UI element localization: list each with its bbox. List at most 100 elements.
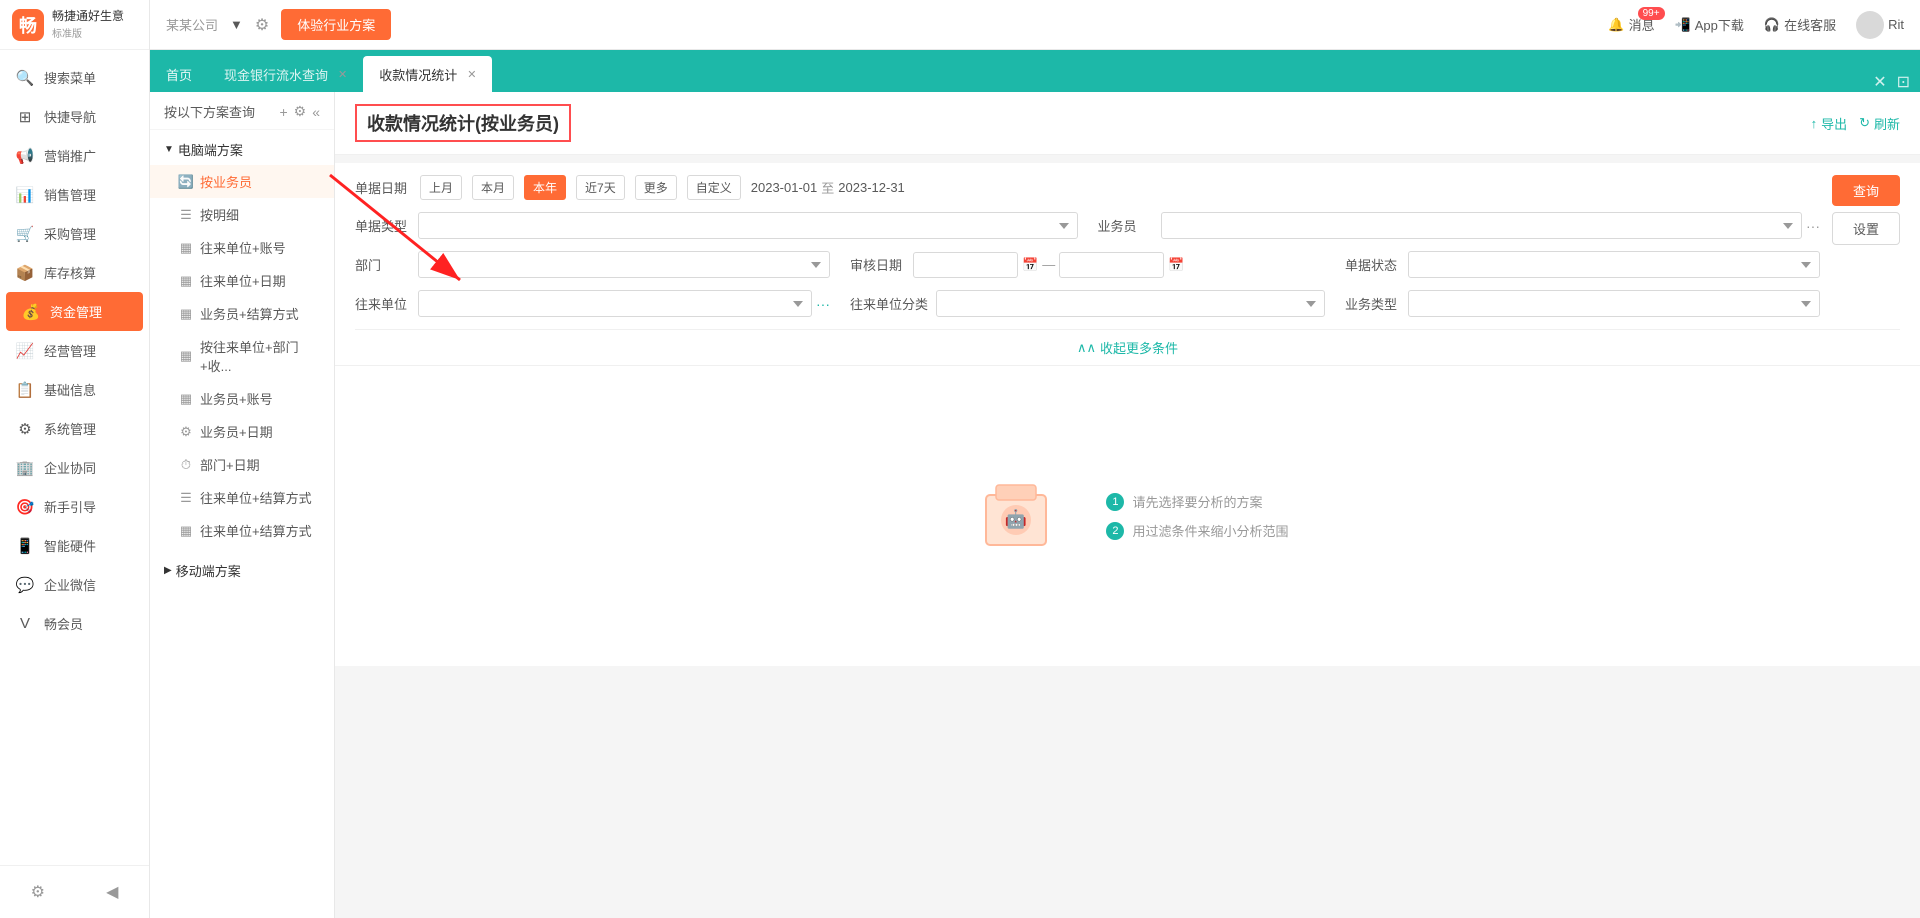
sidebar-item-search[interactable]: 🔍 搜索菜单 — [0, 58, 149, 97]
header-gear-icon[interactable]: ⚙ — [255, 15, 269, 35]
this-month-btn[interactable]: 本月 — [472, 175, 514, 200]
sidebar-item-basic[interactable]: 📋 基础信息 — [0, 370, 149, 409]
tab-close-all-icon[interactable]: ✕ — [1873, 72, 1886, 92]
gear2-icon: ⚙ — [178, 424, 194, 440]
sidebar-item-guide[interactable]: 🎯 新手引导 — [0, 487, 149, 526]
scheme-item-salesperson-account[interactable]: ▦ 业务员+账号 — [150, 382, 334, 415]
date-end: 2023-12-31 — [838, 180, 905, 195]
scheme-group-mobile: ▶ 移动端方案 — [150, 551, 334, 590]
custom-date-btn[interactable]: 自定义 — [687, 175, 741, 200]
sidebar-item-inventory[interactable]: 📦 库存核算 — [0, 253, 149, 292]
prev-month-btn[interactable]: 上月 — [420, 175, 462, 200]
scheme-item-unit-settle2[interactable]: ▦ 往来单位+结算方式 — [150, 514, 334, 547]
scheme-item-by-detail[interactable]: ☰ 按明细 — [150, 198, 334, 231]
sidebar-item-enterprise[interactable]: 🏢 企业协同 — [0, 448, 149, 487]
left-panel-title: 按以下方案查询 — [164, 102, 255, 121]
search-icon: 🔍 — [16, 69, 34, 87]
salesperson-input[interactable] — [1161, 212, 1803, 239]
grid4-icon: ▦ — [178, 523, 194, 539]
sidebar-item-operation[interactable]: 📈 经营管理 — [0, 331, 149, 370]
review-date-start-input[interactable]: yyyy-mm-dd — [913, 252, 1018, 278]
tab-maximize-icon[interactable]: ⊡ — [1897, 72, 1910, 92]
doc-status-label: 单据状态 — [1345, 255, 1400, 274]
business-type-label: 业务类型 — [1345, 294, 1400, 313]
breadcrumb-dropdown[interactable]: ▼ — [230, 17, 243, 32]
sidebar-item-finance[interactable]: 💰 资金管理 — [6, 292, 143, 331]
tab-home[interactable]: 首页 — [150, 56, 208, 92]
lines-icon: ☰ — [178, 490, 194, 506]
scheme-group-mobile-title[interactable]: ▶ 移动端方案 — [150, 555, 334, 586]
setting-btn[interactable]: 设置 — [1832, 212, 1900, 245]
business-type-select[interactable] — [1408, 290, 1820, 317]
scheme-item-dept-date[interactable]: ⏱ 部门+日期 — [150, 448, 334, 481]
dept-select[interactable] — [418, 251, 830, 278]
scheme-item-unit-account[interactable]: ▦ 往来单位+账号 — [150, 231, 334, 264]
scheme-item-by-salesperson[interactable]: 🔄 按业务员 — [150, 165, 334, 198]
svg-text:🤖: 🤖 — [1005, 508, 1027, 529]
app-download-btn[interactable]: 📲 App下载 — [1675, 15, 1744, 34]
dept-item: 部门 — [355, 251, 830, 278]
empty-tip-2: 2 用过滤条件来缩小分析范围 — [1106, 521, 1288, 540]
tab-bank[interactable]: 现金银行流水查询 ✕ — [208, 56, 363, 92]
partner-category-select[interactable] — [936, 290, 1325, 317]
filter-row-1: 单据日期 上月 本月 本年 近7天 更多 自定义 2023-01-01 至 20… — [355, 175, 1900, 317]
layout-body: 按以下方案查询 + ⚙ « ▼ 电脑端方案 🔄 按业务员 ☰ — [150, 92, 1920, 918]
tab-bank-close-icon[interactable]: ✕ — [338, 68, 347, 81]
chat-icon: 💬 — [16, 576, 34, 594]
collapse-bar[interactable]: ∧∧ 收起更多条件 — [355, 329, 1900, 365]
tab-collection[interactable]: 收款情况统计 ✕ — [363, 56, 492, 92]
last7days-btn[interactable]: 近7天 — [576, 175, 625, 200]
partner-more-icon[interactable]: ··· — [816, 296, 830, 312]
sidebar-item-quicknav[interactable]: ⊞ 快捷导航 — [0, 97, 149, 136]
grid-icon: ⊞ — [16, 108, 34, 126]
notification-btn[interactable]: 🔔 消息 99+ — [1608, 15, 1654, 34]
trending-icon: 📈 — [16, 342, 34, 360]
refresh-btn[interactable]: ↻ 刷新 — [1859, 114, 1900, 133]
tab-collection-close-icon[interactable]: ✕ — [467, 68, 476, 81]
more-date-btn[interactable]: 更多 — [635, 175, 677, 200]
review-date-end-input[interactable]: yyyy-mm-dd — [1059, 252, 1164, 278]
partner-input[interactable] — [418, 290, 812, 317]
sidebar-item-wechat[interactable]: 💬 企业微信 — [0, 565, 149, 604]
business-type-item: 业务类型 — [1345, 290, 1820, 317]
export-btn[interactable]: ↑ 导出 — [1811, 114, 1848, 133]
app-download-label: App下载 — [1695, 15, 1744, 34]
cal-icon-start[interactable]: 📅 — [1022, 257, 1038, 273]
sidebar-item-hardware[interactable]: 📱 智能硬件 — [0, 526, 149, 565]
scheme-item-salesperson-date[interactable]: ⚙ 业务员+日期 — [150, 415, 334, 448]
collapse-sidebar-icon[interactable]: ◀ — [100, 876, 124, 908]
doc-salesperson-row: 单据类型 业务员 — [355, 212, 1820, 239]
sidebar-item-marketing[interactable]: 📢 营销推广 — [0, 136, 149, 175]
salesperson-more-icon[interactable]: ··· — [1806, 218, 1820, 234]
cal-icon-end[interactable]: 📅 — [1168, 257, 1184, 273]
scheme-settings-icon[interactable]: ⚙ — [294, 103, 307, 120]
solution-btn[interactable]: 体验行业方案 — [281, 9, 391, 40]
date-label: 单据日期 — [355, 178, 410, 197]
add-scheme-icon[interactable]: + — [279, 104, 287, 120]
chevron-down-icon: ▼ — [230, 17, 243, 32]
user-avatar-btn[interactable]: Rit — [1856, 11, 1904, 39]
settings-bottom-icon[interactable]: ⚙ — [25, 876, 51, 908]
scheme-item-unit-date[interactable]: ▦ 往来单位+日期 — [150, 264, 334, 297]
sidebar-item-member[interactable]: V 畅会员 — [0, 604, 149, 643]
partner-category-label: 往来单位分类 — [850, 294, 928, 313]
sidebar-item-purchase[interactable]: 🛒 采购管理 — [0, 214, 149, 253]
doc-type-select[interactable] — [418, 212, 1078, 239]
top-header: 某某公司 ▼ ⚙ 体验行业方案 🔔 消息 99+ 📲 App下载 🎧 在线客服 — [150, 0, 1920, 50]
page-title: 收款情况统计(按业务员) — [355, 104, 571, 142]
sidebar-item-sales[interactable]: 📊 销售管理 — [0, 175, 149, 214]
doc-status-select[interactable] — [1408, 251, 1820, 278]
collapse-panel-icon[interactable]: « — [312, 104, 320, 120]
scheme-item-unit-settle1[interactable]: ☰ 往来单位+结算方式 — [150, 481, 334, 514]
scheme-group-desktop-title[interactable]: ▼ 电脑端方案 — [150, 134, 334, 165]
money-icon: 💰 — [22, 303, 40, 321]
notification-badge: 99+ — [1638, 7, 1665, 20]
online-service-btn[interactable]: 🎧 在线客服 — [1764, 15, 1836, 34]
scheme-item-salesperson-settle[interactable]: ▦ 业务员+结算方式 — [150, 297, 334, 330]
collapse-label: 收起更多条件 — [1100, 338, 1178, 357]
this-year-btn[interactable]: 本年 — [524, 175, 566, 200]
cart-icon: 🛒 — [16, 225, 34, 243]
query-btn[interactable]: 查询 — [1832, 175, 1900, 206]
scheme-item-unit-dept-collect[interactable]: ▦ 按往来单位+部门+收... — [150, 330, 334, 382]
sidebar-item-system[interactable]: ⚙ 系统管理 — [0, 409, 149, 448]
